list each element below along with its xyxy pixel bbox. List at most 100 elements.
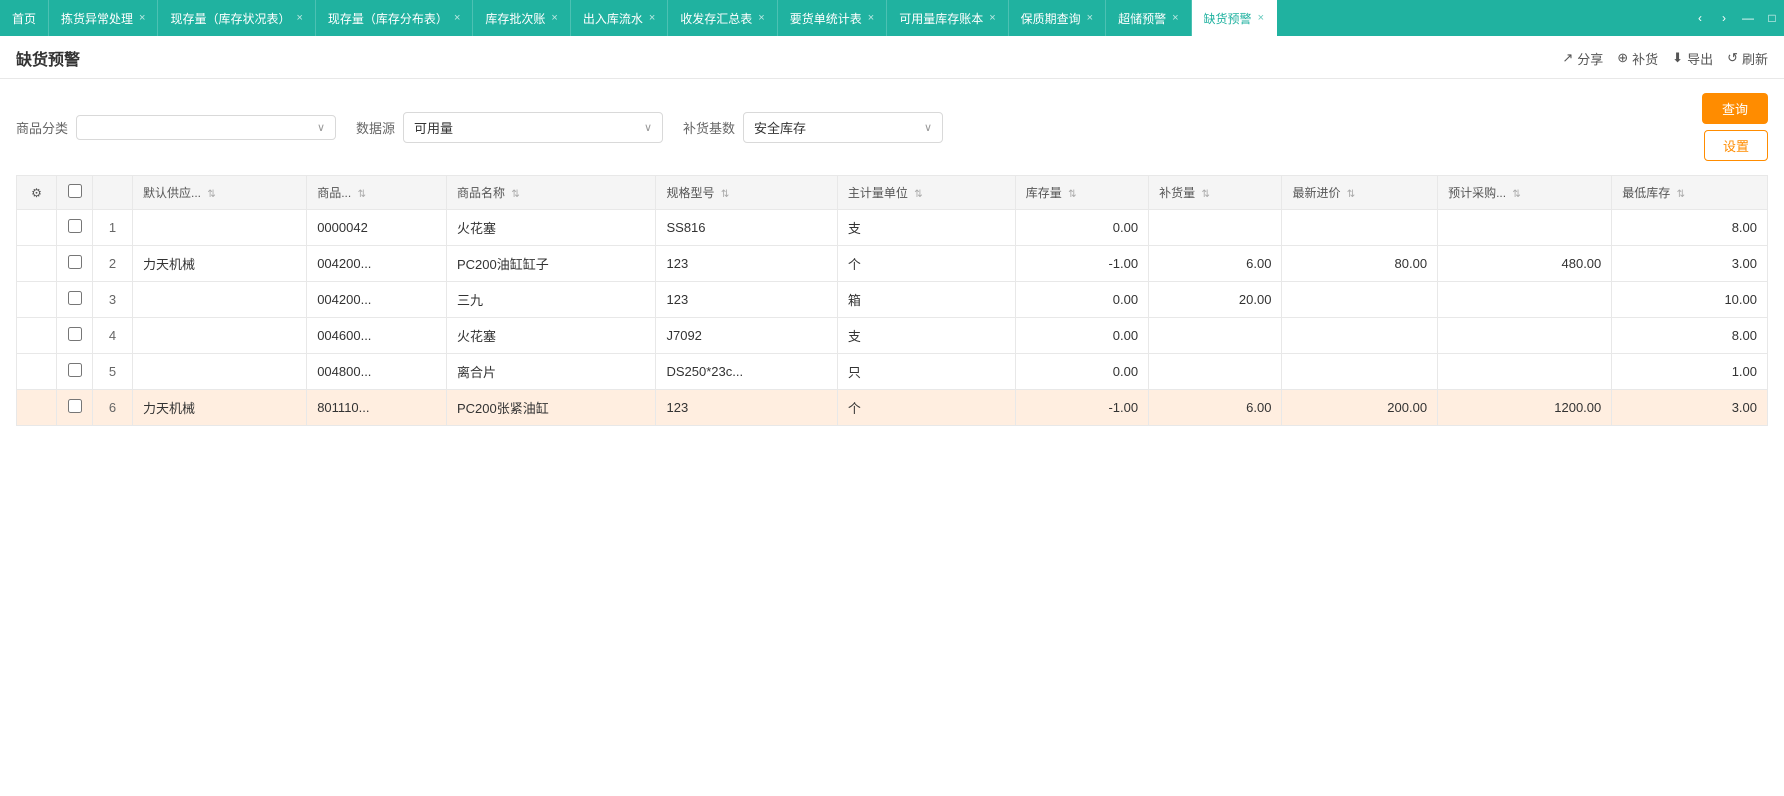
settings-button[interactable]: 设置 (1704, 130, 1768, 161)
sort-unit-icon[interactable]: ⇅ (914, 189, 922, 200)
tab-label-expiry: 保质期查询 (1021, 10, 1081, 27)
cell-settings (17, 282, 57, 318)
refresh-icon: ↺ (1727, 50, 1738, 66)
tab-close-recv-summary[interactable]: × (758, 12, 764, 24)
tab-shortage[interactable]: 缺货预警 × (1192, 0, 1277, 36)
tab-order-stat[interactable]: 要货单统计表× (778, 0, 887, 36)
table-row: 4004600...火花塞J7092支0.008.00 (17, 318, 1768, 354)
datasource-value: 可用量 (414, 118, 453, 137)
sort-est-purchase-icon[interactable]: ⇅ (1512, 189, 1520, 200)
col-header-replenish-qty: 补货量 ⇅ (1149, 176, 1282, 210)
col-header-checkbox (57, 176, 93, 210)
tab-minimize-btn[interactable]: — (1736, 0, 1760, 36)
col-spec-label: 规格型号 (666, 186, 714, 200)
header-actions: ↗ 分享 ⊕ 补货 ⬇ 导出 ↺ 刷新 (1562, 49, 1768, 68)
cell-min-stock: 1.00 (1612, 354, 1768, 390)
cell-index: 6 (93, 390, 133, 426)
datasource-select[interactable]: 可用量 ∨ (403, 112, 663, 143)
cell-product-name: PC200油缸缸子 (446, 246, 656, 282)
sort-spec-icon[interactable]: ⇅ (721, 189, 729, 200)
col-header-settings: ⚙ (17, 176, 57, 210)
sort-product-name-icon[interactable]: ⇅ (511, 189, 519, 200)
data-table: ⚙ 默认供应... ⇅ 商品... ⇅ 商品名称 (16, 175, 1768, 426)
cell-index: 1 (93, 210, 133, 246)
table-body: 10000042火花塞SS816支0.008.002力天机械004200...P… (17, 210, 1768, 426)
tab-recv-summary[interactable]: 收发存汇总表× (668, 0, 777, 36)
cell-latest-price (1282, 210, 1438, 246)
table-header: ⚙ 默认供应... ⇅ 商品... ⇅ 商品名称 (17, 176, 1768, 210)
row-checkbox[interactable] (68, 327, 82, 341)
page-title: 缺货预警 (16, 46, 1562, 70)
row-checkbox[interactable] (68, 363, 82, 377)
tab-batch[interactable]: 库存批次账× (473, 0, 570, 36)
cell-unit: 支 (837, 318, 1015, 354)
sort-product-code-icon[interactable]: ⇅ (358, 189, 366, 200)
col-supplier-label: 默认供应... (143, 186, 201, 200)
cell-product-code: 004600... (307, 318, 447, 354)
replenish-button[interactable]: ⊕ 补货 (1617, 49, 1658, 68)
tab-home[interactable]: 首页 (0, 0, 49, 36)
cell-min-stock: 8.00 (1612, 210, 1768, 246)
tab-expiry[interactable]: 保质期查询 × (1009, 0, 1106, 36)
category-select[interactable]: ∨ (76, 115, 336, 140)
refresh-button[interactable]: ↺ 刷新 (1727, 49, 1768, 68)
cell-stock: 0.00 (1015, 282, 1148, 318)
cell-unit: 箱 (837, 282, 1015, 318)
tab-label-inout-flow: 出入库流水 (583, 10, 643, 27)
tab-close-inventory-dist[interactable]: × (454, 12, 460, 24)
select-all-checkbox[interactable] (68, 184, 82, 198)
cell-est-purchase: 1200.00 (1438, 390, 1612, 426)
tab-next-btn[interactable]: › (1712, 0, 1736, 36)
sort-min-stock-icon[interactable]: ⇅ (1677, 189, 1685, 200)
replenish-base-select[interactable]: 安全库存 ∨ (743, 112, 943, 143)
tab-close-overstock[interactable]: × (1172, 12, 1178, 24)
sort-latest-price-icon[interactable]: ⇅ (1347, 189, 1355, 200)
cell-index: 3 (93, 282, 133, 318)
tab-prev-btn[interactable]: ‹ (1688, 0, 1712, 36)
tab-label-shortage: 缺货预警 (1204, 10, 1252, 27)
tab-inout-flow[interactable]: 出入库流水 × (571, 0, 668, 36)
page-container: 缺货预警 ↗ 分享 ⊕ 补货 ⬇ 导出 ↺ 刷新 商品分类 (0, 36, 1784, 796)
replenish-base-label: 补货基数 (683, 118, 735, 137)
tab-avail-ledger[interactable]: 可用量库存账本× (887, 0, 1008, 36)
tab-close-batch[interactable]: × (551, 12, 557, 24)
row-checkbox[interactable] (68, 399, 82, 413)
tab-inventory-dist[interactable]: 现存量（库存分布表）× (316, 0, 473, 36)
cell-index: 2 (93, 246, 133, 282)
cell-min-stock: 10.00 (1612, 282, 1768, 318)
cell-min-stock: 8.00 (1612, 318, 1768, 354)
col-header-product-code: 商品... ⇅ (307, 176, 447, 210)
col-est-purchase-label: 预计采购... (1448, 186, 1506, 200)
tab-close-shortage[interactable]: × (1258, 12, 1264, 24)
row-checkbox[interactable] (68, 291, 82, 305)
cell-settings (17, 246, 57, 282)
cell-latest-price: 200.00 (1282, 390, 1438, 426)
cell-settings (17, 210, 57, 246)
query-button[interactable]: 查询 (1702, 93, 1768, 124)
col-header-index (93, 176, 133, 210)
tab-close-avail-ledger[interactable]: × (989, 12, 995, 24)
cell-supplier: 力天机械 (133, 390, 307, 426)
tab-label-abnormal: 拣货异常处理 (61, 10, 133, 27)
replenish-icon: ⊕ (1617, 50, 1628, 66)
tab-abnormal[interactable]: 拣货异常处理 × (49, 0, 158, 36)
tab-close-inventory-status[interactable]: × (296, 12, 302, 24)
sort-replenish-qty-icon[interactable]: ⇅ (1201, 189, 1209, 200)
sort-supplier-icon[interactable]: ⇅ (207, 189, 215, 200)
cell-spec: DS250*23c... (656, 354, 837, 390)
row-checkbox[interactable] (68, 255, 82, 269)
row-checkbox[interactable] (68, 219, 82, 233)
sort-stock-icon[interactable]: ⇅ (1068, 189, 1076, 200)
tab-overstock[interactable]: 超储预警× (1106, 0, 1191, 36)
tab-inventory-status[interactable]: 现存量（库存状况表）× (158, 0, 315, 36)
cell-min-stock: 3.00 (1612, 390, 1768, 426)
tab-close-abnormal[interactable]: × (139, 12, 145, 24)
tab-close-inout-flow[interactable]: × (649, 12, 655, 24)
cell-checkbox (57, 246, 93, 282)
tab-close-expiry[interactable]: × (1087, 12, 1093, 24)
export-button[interactable]: ⬇ 导出 (1672, 49, 1713, 68)
tab-maximize-btn[interactable]: □ (1760, 0, 1784, 36)
tab-close-order-stat[interactable]: × (868, 12, 874, 24)
share-button[interactable]: ↗ 分享 (1562, 49, 1603, 68)
gear-icon[interactable]: ⚙ (31, 186, 42, 200)
